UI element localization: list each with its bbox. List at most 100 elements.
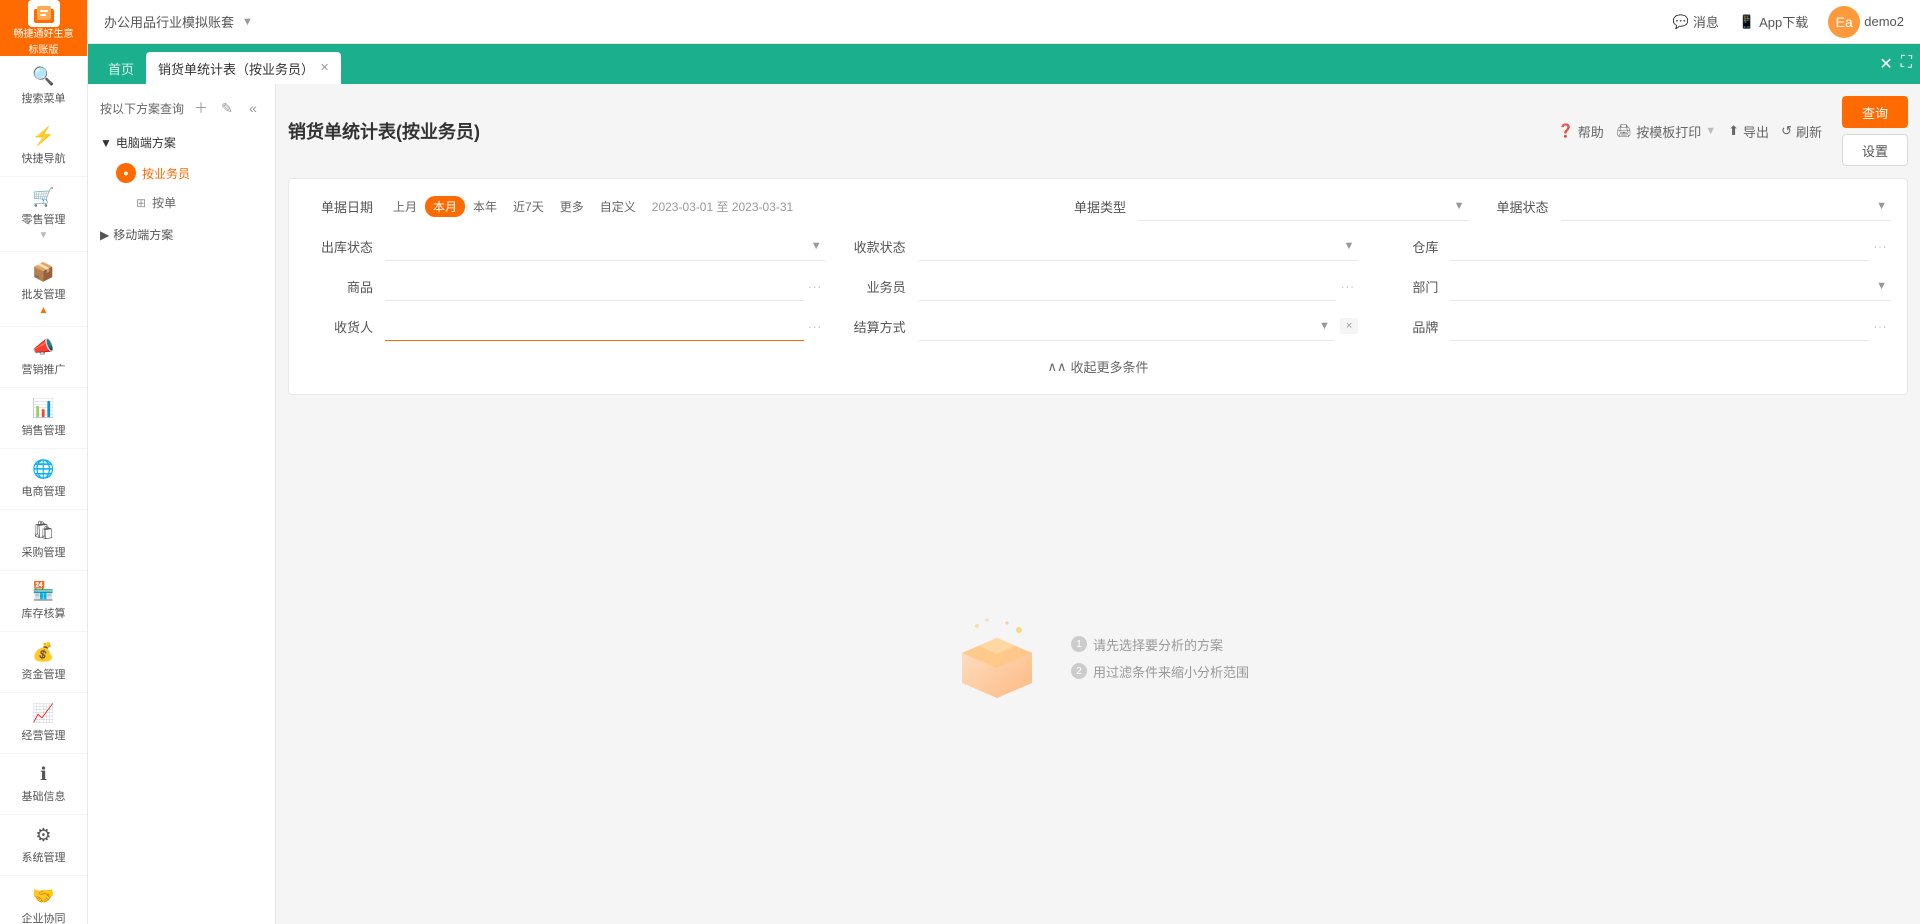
scheme-active-dot: ● [116,163,136,183]
sidebar-item-retail-mgmt[interactable]: 🛒 零售管理 ▼ [0,177,87,252]
sidebar-item-sys-mgmt[interactable]: ⚙ 系统管理 [0,815,87,876]
step-2-text: 用过滤条件来缩小分析范围 [1093,662,1249,681]
edit-scheme-btn[interactable]: ✎ [217,98,237,118]
scheme-by-salesperson[interactable]: ● 按业务员 [88,157,275,189]
page-actions: ❓ 帮助 🖨 按模板打印 ▼ ⬆ 导出 ↺ 刷新 [1558,96,1908,166]
doc-status-select-wrapper: ▼ [1561,191,1892,221]
query-btn-area: 查询 设置 [1842,96,1908,166]
doc-type-control: ▼ [1138,191,1469,221]
receipt-status-input[interactable] [918,231,1359,261]
sidebar-item-purchase-mgmt[interactable]: 🛍 采购管理 [0,510,87,571]
sidebar-item-finance[interactable]: 💰 资金管理 [0,632,87,693]
doc-status-control: ▼ [1561,191,1892,221]
out-status-control: ▼ [385,231,826,261]
filter-row-4: 收货人 ··· 结算方式 ▼ × [305,311,1891,341]
purchase-icon: 🛍 [32,520,55,541]
warehouse-more-btn[interactable]: ··· [1869,238,1891,254]
settlement-control: ▼ × [918,311,1359,341]
collapse-panel-btn[interactable]: « [243,98,263,118]
ecom-icon: 🌐 [32,459,54,480]
step-1-num: 1 [1071,636,1087,652]
dept-input[interactable] [1450,271,1891,301]
tab-fullscreen-icon[interactable]: ⛶ [1901,54,1912,74]
header-actions: 💬 消息 📱 App下载 Ea demo2 [1673,6,1904,38]
dept-label: 部门 [1370,277,1438,296]
step-2-num: 2 [1071,663,1087,679]
warehouse-input[interactable] [1450,231,1869,261]
mobile-scheme-header[interactable]: ▶ 移动端方案 [88,220,275,249]
brand-input[interactable] [1450,311,1869,341]
salesperson-more-btn[interactable]: ··· [1336,278,1358,294]
date-btn-this-month[interactable]: 本月 [425,196,465,217]
product-label: 商品 [305,277,373,296]
search-icon: 🔍 [32,66,54,87]
product-more-btn[interactable]: ··· [804,278,826,294]
tab-close-window-icon[interactable]: ✕ [1879,54,1892,74]
date-filter: 上月 本月 本年 近7天 更多 自定义 2023-03-01 至 2023-03… [385,196,793,217]
brand-control: ··· [1450,311,1891,341]
tab-report[interactable]: 销货单统计表（按业务员） ✕ [146,52,341,84]
message-btn[interactable]: 💬 消息 [1673,12,1719,31]
doc-status-input[interactable] [1561,191,1892,221]
pc-scheme-group: ▼ 电脑端方案 ● 按业务员 ⊞ 按单 [88,124,275,220]
export-btn[interactable]: ⬆ 导出 [1728,122,1769,141]
brand-label: 品牌 [1370,317,1438,336]
sidebar-item-operations[interactable]: 📈 经营管理 [0,693,87,754]
tab-expand-area: ✕ ⛶ [1879,54,1912,74]
sidebar-item-ecom-mgmt[interactable]: 🌐 电商管理 [0,449,87,510]
date-btn-custom[interactable]: 自定义 [592,196,644,217]
scheme-by-order[interactable]: ⊞ 按单 [88,189,275,216]
doc-type-input[interactable] [1138,191,1469,221]
salesperson-input[interactable] [918,271,1337,301]
receiver-input[interactable] [385,311,804,341]
settlement-input[interactable] [918,311,1334,341]
filter-card: 单据日期 上月 本月 本年 近7天 更多 自定义 2023-03-01 至 20… [288,178,1908,395]
sidebar-item-marketing[interactable]: 📣 营销推广 [0,327,87,388]
receipt-status-control: ▼ [918,231,1359,261]
help-btn[interactable]: ❓ 帮助 [1558,122,1604,141]
retail-icon: 🛒 [32,187,54,208]
date-btn-this-year[interactable]: 本年 [465,196,505,217]
sidebar-item-enterprise[interactable]: 🤝 企业协同 [0,876,87,924]
out-status-select-wrapper: ▼ [385,231,826,261]
receiver-more-btn[interactable]: ··· [804,318,826,334]
page-header: 销货单统计表(按业务员) ❓ 帮助 🖨 按模板打印 ▼ ⬆ 导出 [288,96,1908,166]
brand-more-btn[interactable]: ··· [1869,318,1891,334]
add-scheme-btn[interactable]: ＋ [191,98,211,118]
content-area: 按以下方案查询 ＋ ✎ « ▼ 电脑端方案 ● 按业务员 [88,84,1920,924]
dept-control: ▼ [1450,271,1891,301]
app-download-btn[interactable]: 📱 App下载 [1739,12,1808,31]
template-print-btn[interactable]: 🖨 按模板打印 ▼ [1616,122,1716,141]
step-1-text: 请先选择要分析的方案 [1093,635,1223,654]
date-label: 单据日期 [305,197,373,216]
download-icon: 📱 [1739,14,1755,30]
print-dropdown-icon: ▼ [1705,125,1716,137]
settlement-tag-remove-btn[interactable]: × [1346,320,1352,332]
marketing-icon: 📣 [32,337,54,358]
user-avatar-btn[interactable]: Ea demo2 [1828,6,1904,38]
breadcrumb-dropdown-icon[interactable]: ▼ [242,16,253,28]
out-status-input[interactable] [385,231,826,261]
settings-btn[interactable]: 设置 [1842,134,1908,166]
tab-report-label: 销货单统计表（按业务员） [158,59,314,78]
product-input[interactable] [385,271,804,301]
sidebar-item-inventory[interactable]: 🏪 库存核算 [0,571,87,632]
pc-scheme-header[interactable]: ▼ 电脑端方案 [88,128,275,157]
sidebar-item-sales-mgmt[interactable]: 📊 销售管理 [0,388,87,449]
collapse-btn[interactable]: ∧∧ 收起更多条件 [305,351,1891,382]
sidebar-item-search-menu[interactable]: 🔍 搜索菜单 [0,56,87,116]
sidebar-item-basic-info[interactable]: ℹ 基础信息 [0,754,87,815]
help-icon: ❓ [1558,123,1574,139]
date-btn-last-month[interactable]: 上月 [385,196,425,217]
sidebar-item-wholesale-mgmt[interactable]: 📦 批发管理 ▲ [0,252,87,327]
enterprise-icon: 🤝 [32,886,54,907]
date-btn-more[interactable]: 更多 [552,196,592,217]
sidebar-item-quick-nav[interactable]: ⚡ 快捷导航 [0,116,87,177]
tab-close-btn[interactable]: ✕ [320,63,329,74]
query-btn[interactable]: 查询 [1842,96,1908,128]
out-status-label: 出库状态 [305,237,373,256]
date-btn-7days[interactable]: 近7天 [505,196,552,217]
tab-home[interactable]: 首页 [96,52,146,84]
refresh-btn[interactable]: ↺ 刷新 [1781,122,1822,141]
doc-type-label: 单据类型 [1058,197,1126,216]
